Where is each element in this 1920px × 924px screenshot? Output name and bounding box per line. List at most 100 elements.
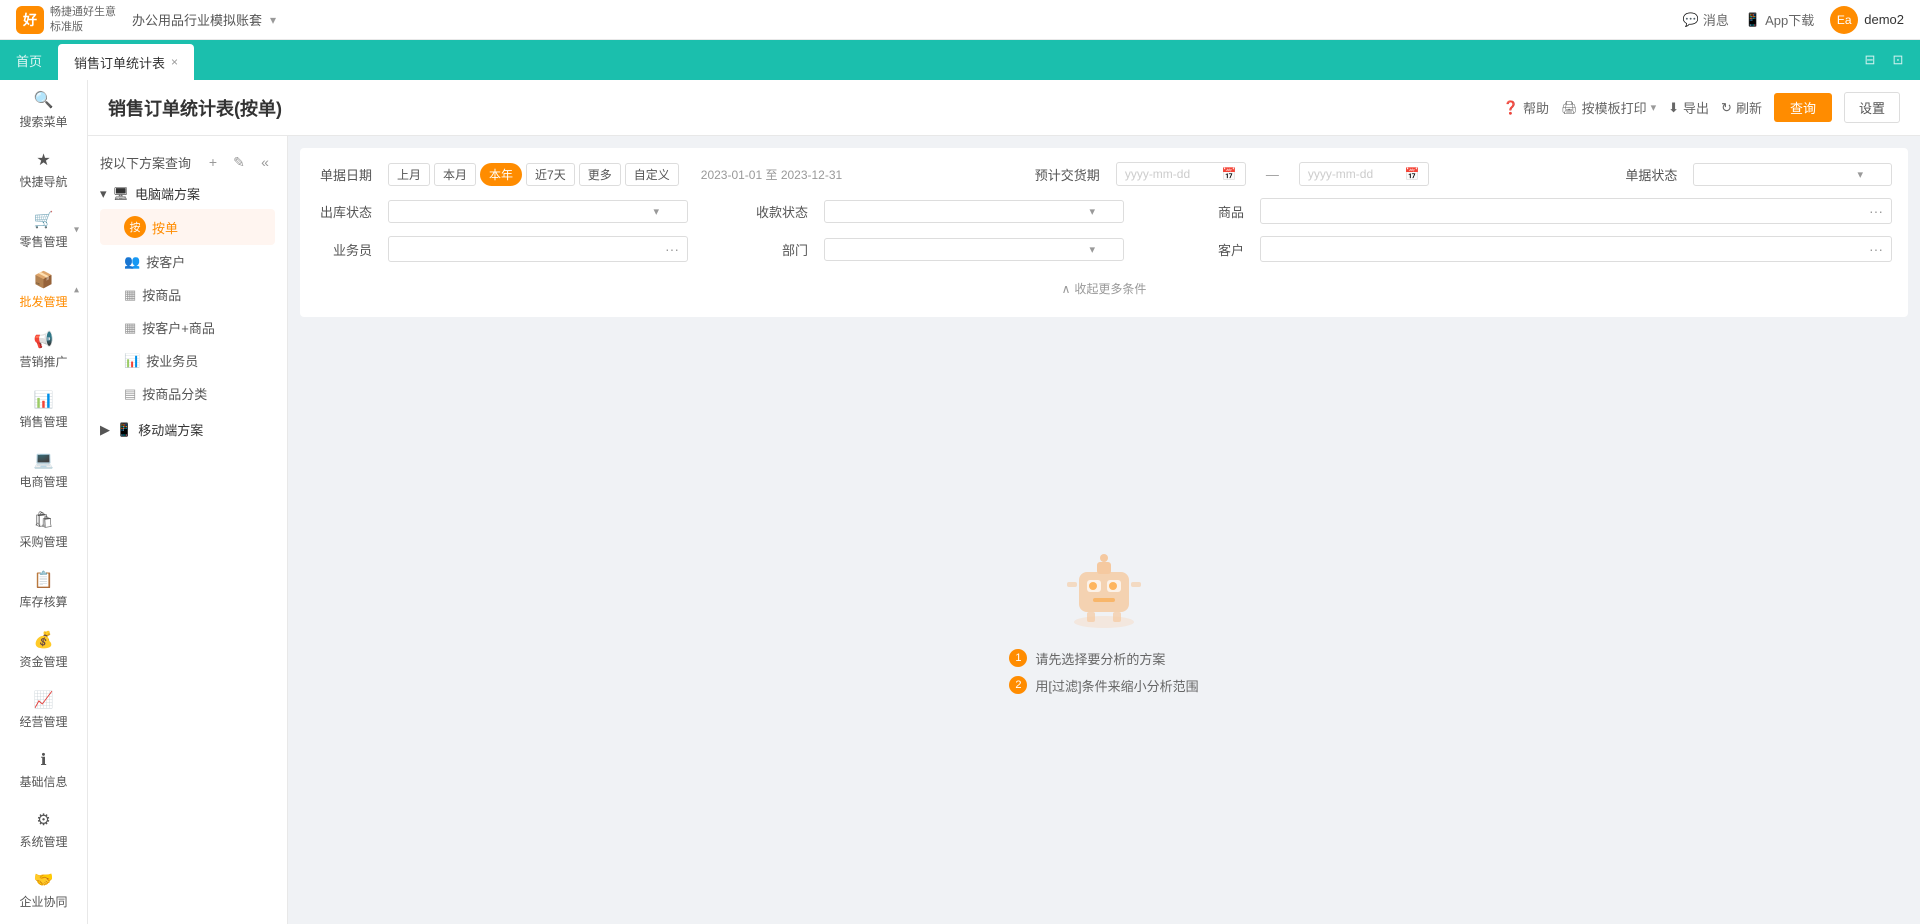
nav-icon: ★ xyxy=(36,150,50,170)
add-scheme-button[interactable]: + xyxy=(203,152,223,172)
tab-minimize-icon[interactable]: ⊟ xyxy=(1860,50,1880,70)
date-btn-7days[interactable]: 近7天 xyxy=(526,163,575,186)
sidebar-label-finance: 资金管理 xyxy=(19,653,67,670)
edit-scheme-button[interactable]: ✎ xyxy=(229,152,249,172)
collab-icon: 🤝 xyxy=(34,870,54,890)
tree-item-label-goods: 按商品 xyxy=(142,285,181,304)
top-bar-right: 💬 消息 📱 App下载 Ea demo2 xyxy=(1683,6,1904,34)
tab-active[interactable]: 销售订单统计表 × xyxy=(58,44,194,80)
salesperson-dots-icon[interactable]: ··· xyxy=(665,241,679,257)
delivery-arrow-icon: ▾ xyxy=(653,205,659,218)
delivery-select[interactable]: ▾ xyxy=(388,200,688,223)
collapse-panel-button[interactable]: « xyxy=(255,152,275,172)
step-2-text: 用[过滤]条件来缩小分析范围 xyxy=(1035,676,1198,695)
finance-icon: 💰 xyxy=(34,630,54,650)
sidebar-item-sales[interactable]: 📊 销售管理 xyxy=(0,380,87,440)
date-btn-custom[interactable]: 自定义 xyxy=(625,163,679,186)
date-btn-last-month[interactable]: 上月 xyxy=(388,163,430,186)
empty-steps: 1 请先选择要分析的方案 2 用[过滤]条件来缩小分析范围 xyxy=(1009,649,1198,703)
app-download-button[interactable]: 📱 App下载 xyxy=(1745,10,1814,29)
tab-close-icon[interactable]: × xyxy=(171,55,178,69)
step-2-num: 2 xyxy=(1009,676,1027,694)
sidebar-item-ecommerce[interactable]: 💻 电商管理 xyxy=(0,440,87,500)
sidebar-item-basic[interactable]: ℹ 基础信息 xyxy=(0,740,87,800)
sidebar-label-basic: 基础信息 xyxy=(19,773,67,790)
active-tab-label: 销售订单统计表 xyxy=(74,53,165,72)
sidebar-item-purchase[interactable]: 🛍 采购管理 xyxy=(0,500,87,560)
payment-label: 收款状态 xyxy=(752,202,808,221)
sidebar-item-guide[interactable]: 🎯 新手引导 xyxy=(0,920,87,924)
tree-parent-desktop[interactable]: ▾ 🖥 电脑端方案 xyxy=(100,178,275,209)
sidebar-item-collab[interactable]: 🤝 企业协同 xyxy=(0,860,87,920)
sidebar-item-system[interactable]: ⚙ 系统管理 xyxy=(0,800,87,860)
content-body: 按以下方案查询 + ✎ « ▾ xyxy=(88,136,1920,924)
sidebar-item-wholesale[interactable]: 📦 批发管理 ▴ xyxy=(0,260,87,320)
tree-item-by-salesperson[interactable]: 📊 按业务员 xyxy=(100,344,275,377)
date-btn-this-month[interactable]: 本月 xyxy=(434,163,476,186)
management-icon: 📈 xyxy=(34,690,54,710)
message-button[interactable]: 💬 消息 xyxy=(1683,10,1729,29)
home-tab-label: 首页 xyxy=(16,51,42,70)
page-header: 销售订单统计表(按单) ❓ 帮助 🖨 按模板打印 ▾ ⬇ 导出 ↻ 刷新 xyxy=(88,80,1920,136)
collapse-bar[interactable]: ∧ 收起更多条件 xyxy=(316,274,1892,303)
tree-item-by-customer-goods[interactable]: ▦ 按客户+商品 xyxy=(100,311,275,344)
refresh-button[interactable]: ↻ 刷新 xyxy=(1721,98,1762,117)
tab-expand-icon[interactable]: ⊡ xyxy=(1888,50,1908,70)
marketing-icon: 📢 xyxy=(34,330,54,350)
sidebar-item-marketing[interactable]: 📢 营销推广 xyxy=(0,320,87,380)
expected-date-label: 预计交货期 xyxy=(1035,165,1100,184)
salesperson-icon: 📊 xyxy=(124,353,140,369)
empty-state: 1 请先选择要分析的方案 2 用[过滤]条件来缩小分析范围 xyxy=(300,327,1908,912)
customer-dots-icon[interactable]: ··· xyxy=(1869,241,1883,257)
print-arrow-icon: ▾ xyxy=(1651,101,1657,114)
date-from-input[interactable]: yyyy-mm-dd 📅 xyxy=(1116,162,1246,186)
status-select[interactable]: ▾ xyxy=(1693,163,1892,186)
breadcrumb-arrow-icon[interactable]: ▾ xyxy=(270,13,276,27)
top-bar: 好 畅捷通好生意 标准版 办公用品行业模拟账套 ▾ 💬 消息 📱 App下载 E… xyxy=(0,0,1920,40)
date-to-input[interactable]: yyyy-mm-dd 📅 xyxy=(1299,162,1429,186)
sidebar-item-retail[interactable]: 🛒 零售管理 ▾ xyxy=(0,200,87,260)
salesperson-input[interactable]: ··· xyxy=(388,236,688,262)
tree-item-label-category: 按商品分类 xyxy=(142,384,207,403)
department-select[interactable]: ▾ xyxy=(824,238,1124,261)
sidebar-item-nav[interactable]: ★ 快捷导航 xyxy=(0,140,87,200)
collapse-arrow-icon: ∧ xyxy=(1062,282,1071,296)
settings-button[interactable]: 设置 xyxy=(1844,92,1900,123)
status-label: 单据状态 xyxy=(1621,165,1677,184)
message-icon: 💬 xyxy=(1683,12,1699,28)
sidebar-label-retail: 零售管理 xyxy=(19,233,67,250)
customer-input[interactable]: ··· xyxy=(1260,236,1892,262)
date-btn-more[interactable]: 更多 xyxy=(579,163,621,186)
ecommerce-icon: 💻 xyxy=(34,450,54,470)
basic-icon: ℹ xyxy=(40,750,46,770)
tree-parent-mobile[interactable]: ▶ 📱 移动端方案 xyxy=(100,414,275,445)
tab-home[interactable]: 首页 xyxy=(0,40,58,80)
goods-dots-icon[interactable]: ··· xyxy=(1869,203,1883,219)
date-btn-this-year[interactable]: 本年 xyxy=(480,163,522,186)
tree-parent-mobile-label: 移动端方案 xyxy=(138,420,203,439)
goods-input[interactable]: ··· xyxy=(1260,198,1892,224)
print-button[interactable]: 🖨 按模板打印 ▾ xyxy=(1561,98,1656,117)
right-panel: 单据日期 上月 本月 本年 近7天 更多 自定义 2023-01-01 至 20… xyxy=(288,136,1920,924)
help-button[interactable]: ❓ 帮助 xyxy=(1503,98,1549,117)
left-panel-actions: + ✎ « xyxy=(203,152,275,172)
sidebar-item-inventory[interactable]: 📋 库存核算 xyxy=(0,560,87,620)
sidebar-item-search[interactable]: 🔍 搜索菜单 xyxy=(0,80,87,140)
tree-mobile-expand-icon: ▶ xyxy=(100,422,110,438)
date-quick-buttons: 上月 本月 本年 近7天 更多 自定义 xyxy=(388,163,679,186)
query-button[interactable]: 查询 xyxy=(1774,93,1832,122)
sidebar-item-management[interactable]: 📈 经营管理 xyxy=(0,680,87,740)
tree-item-by-goods[interactable]: ▦ 按商品 xyxy=(100,278,275,311)
mobile-folder-icon: 📱 xyxy=(116,422,132,438)
sidebar-item-finance[interactable]: 💰 资金管理 xyxy=(0,620,87,680)
department-label: 部门 xyxy=(752,240,808,259)
tree-item-by-customer[interactable]: 👥 按客户 xyxy=(100,245,275,278)
tree-item-by-order[interactable]: 按 按单 xyxy=(100,209,275,245)
tree-expand-icon: ▾ xyxy=(100,186,107,202)
export-button[interactable]: ⬇ 导出 xyxy=(1668,98,1709,117)
tree-item-label-customer: 按客户 xyxy=(146,252,185,271)
tree-item-by-category[interactable]: ▤ 按商品分类 xyxy=(100,377,275,410)
left-panel-title: 按以下方案查询 xyxy=(100,153,191,172)
payment-select[interactable]: ▾ xyxy=(824,200,1124,223)
step-1-text: 请先选择要分析的方案 xyxy=(1035,649,1165,668)
